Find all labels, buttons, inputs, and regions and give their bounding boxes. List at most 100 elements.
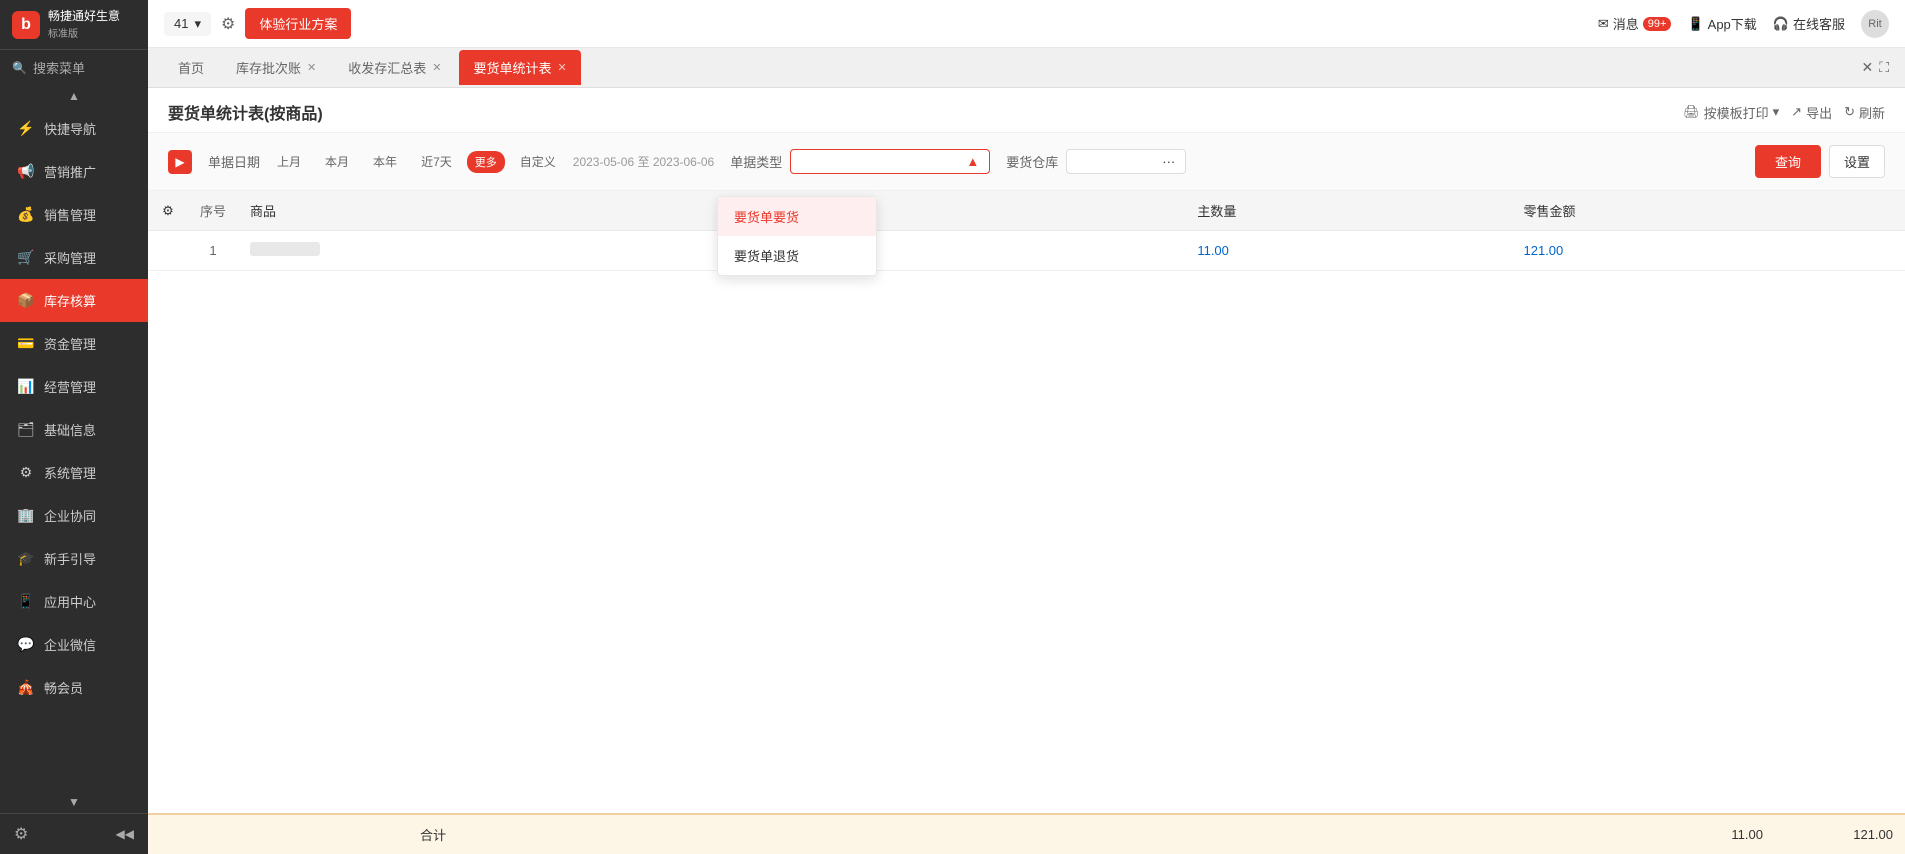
table-footer: 合计 11.00 121.00 [148,813,1905,854]
sidebar-item-finance[interactable]: 💳 资金管理 [0,322,148,365]
print-template-btn[interactable]: 🖨 按模板打印 ▾ [1683,103,1779,122]
sidebar-item-appstore[interactable]: 📱 应用中心 [0,580,148,623]
chevron-up-icon: ▲ [966,154,979,169]
sidebar-item-operations[interactable]: 📊 经营管理 [0,365,148,408]
table-container: ⚙ 序号 商品 主计量单位 主数量 零售金额 1 [148,191,1905,813]
logo-text: 畅捷通好生意 标准版 [48,9,120,40]
tab-close-receive-summary[interactable]: ✕ [432,61,441,74]
date-btn-7days[interactable]: 近7天 [412,149,461,174]
sidebar-nav: ⚡ 快捷导航 📢 营销推广 💰 销售管理 🛒 采购管理 📦 库存核算 💳 资金管… [0,107,148,791]
header-settings-icon[interactable]: ⚙ [221,14,235,34]
avatar[interactable]: Rit [1861,10,1889,38]
tab-expand-icon[interactable]: ⛶ [1879,59,1889,76]
company-name: 41 [174,16,188,31]
tab-inventory-batch[interactable]: 库存批次账 ✕ [222,50,330,85]
refresh-btn[interactable]: ↻ 刷新 [1844,103,1885,122]
headset-icon: 🎧 [1773,16,1789,32]
tab-request-summary[interactable]: 要货单统计表 ✕ [459,50,580,85]
sidebar-item-corp[interactable]: 🏢 企业协同 [0,494,148,537]
page-actions: 🖨 按模板打印 ▾ ↗ 导出 ↻ 刷新 [1683,103,1885,122]
app-download-action[interactable]: 📱 App下载 [1687,14,1756,33]
filter-actions: 查询 设置 [1755,145,1885,178]
tabs-actions: ✕ ⛶ [1861,59,1889,76]
col-product: 商品 [238,191,725,231]
phone-icon: 📱 [1687,16,1703,32]
dropdown-item-request-order[interactable]: 要货单要货 [718,197,876,236]
chevron-down-icon: ▾ [194,16,201,32]
dropdown-item-request-return[interactable]: 要货单退货 [718,236,876,275]
page-header: 要货单统计表(按商品) 🖨 按模板打印 ▾ ↗ 导出 ↻ 刷新 [148,88,1905,133]
sidebar-item-sales[interactable]: 💰 销售管理 [0,193,148,236]
date-btn-more[interactable]: 更多 [467,151,505,173]
header-right: ✉ 消息 99+ 📱 App下载 🎧 在线客服 Rit [1598,10,1889,38]
sidebar-item-member[interactable]: 🎪 畅会员 [0,666,148,709]
page-content: 要货单统计表(按商品) 🖨 按模板打印 ▾ ↗ 导出 ↻ 刷新 [148,88,1905,854]
date-btn-last-month[interactable]: 上月 [268,149,310,174]
tab-home[interactable]: 首页 [164,50,218,85]
sidebar-item-wechat[interactable]: 💬 企业微信 [0,623,148,666]
page-title: 要货单统计表(按商品) [168,100,323,124]
filter-expand-btn[interactable]: ▶ [168,150,192,174]
online-service-action[interactable]: 🎧 在线客服 [1773,14,1845,33]
sales-icon: 💰 [16,206,36,223]
company-selector[interactable]: 41 ▾ [164,12,211,36]
tabs-bar: 首页 库存批次账 ✕ 收发存汇总表 ✕ 要货单统计表 ✕ ✕ ⛶ [148,48,1905,88]
sidebar-item-guide[interactable]: 🎓 新手引导 [0,537,148,580]
member-icon: 🎪 [16,679,36,696]
sidebar-item-marketing[interactable]: 📢 营销推广 [0,150,148,193]
scroll-up-indicator: ▲ [0,85,148,107]
sidebar-item-quick-nav[interactable]: ⚡ 快捷导航 [0,107,148,150]
sidebar-collapse-icon[interactable]: ◀◀ [116,827,134,841]
message-badge: 99+ [1643,17,1672,31]
refresh-icon: ↻ [1844,104,1855,120]
purchase-icon: 🛒 [16,249,36,266]
export-btn[interactable]: ↗ 导出 [1791,103,1832,122]
warehouse-select[interactable]: ··· [1066,149,1186,174]
sidebar-item-basics[interactable]: 🗂 基础信息 [0,408,148,451]
logo-icon: b [12,11,40,39]
export-icon: ↗ [1791,104,1802,120]
footer-label: 合计 [260,825,1633,844]
print-icon: 🖨 [1683,104,1700,120]
col-quantity: 主数量 [1185,191,1511,231]
doc-type-filter-group: 单据类型 ▲ [730,149,990,174]
filter-bar: ▶ 单据日期 上月 本月 本年 近7天 更多 自定义 2023-05-06 至 … [148,133,1905,191]
date-btn-this-year[interactable]: 本年 [364,149,406,174]
system-icon: ⚙ [16,464,36,481]
col-settings[interactable]: ⚙ [148,191,188,231]
basics-icon: 🗂 [16,421,36,438]
date-filter-group: 单据日期 上月 本月 本年 近7天 更多 自定义 2023-05-06 至 20… [208,149,714,174]
row-amount[interactable]: 121.00 [1512,231,1905,271]
sidebar-settings-icon[interactable]: ⚙ [14,824,28,844]
sidebar-item-system[interactable]: ⚙ 系统管理 [0,451,148,494]
message-icon: ✉ [1598,16,1609,32]
tab-close-request-summary[interactable]: ✕ [558,61,567,74]
main-area: 41 ▾ ⚙ 体验行业方案 ✉ 消息 99+ 📱 App下载 🎧 在线客服 Ri… [148,0,1905,854]
query-button[interactable]: 查询 [1755,145,1821,178]
search-icon: 🔍 [12,61,27,75]
trial-button[interactable]: 体验行业方案 [245,8,351,39]
tab-close-all-icon[interactable]: ✕ [1861,59,1873,76]
sidebar-item-inventory[interactable]: 📦 库存核算 [0,279,148,322]
row-quantity[interactable]: 11.00 [1185,231,1511,271]
search-menu[interactable]: 🔍 搜索菜单 [0,50,148,85]
table-row: 1 块 11.00 121.00 [148,231,1905,271]
date-btn-this-month[interactable]: 本月 [316,149,358,174]
row-settings [148,231,188,271]
quick-nav-icon: ⚡ [16,120,36,137]
tab-close-inventory-batch[interactable]: ✕ [307,61,316,74]
warehouse-filter-group: 要货仓库 ··· [1006,149,1186,174]
inventory-icon: 📦 [16,292,36,309]
operations-icon: 📊 [16,378,36,395]
settings-button[interactable]: 设置 [1829,145,1885,178]
doc-type-select[interactable]: ▲ [790,149,990,174]
messages-action[interactable]: ✉ 消息 99+ [1598,14,1672,33]
top-header: 41 ▾ ⚙ 体验行业方案 ✉ 消息 99+ 📱 App下载 🎧 在线客服 Ri… [148,0,1905,48]
tab-receive-summary[interactable]: 收发存汇总表 ✕ [334,50,455,85]
date-btn-custom[interactable]: 自定义 [511,149,565,174]
table-header-row: ⚙ 序号 商品 主计量单位 主数量 零售金额 [148,191,1905,231]
header-left: 41 ▾ ⚙ 体验行业方案 [164,8,351,39]
scroll-down-indicator: ▼ [0,791,148,813]
sidebar-item-purchase[interactable]: 🛒 采购管理 [0,236,148,279]
marketing-icon: 📢 [16,163,36,180]
